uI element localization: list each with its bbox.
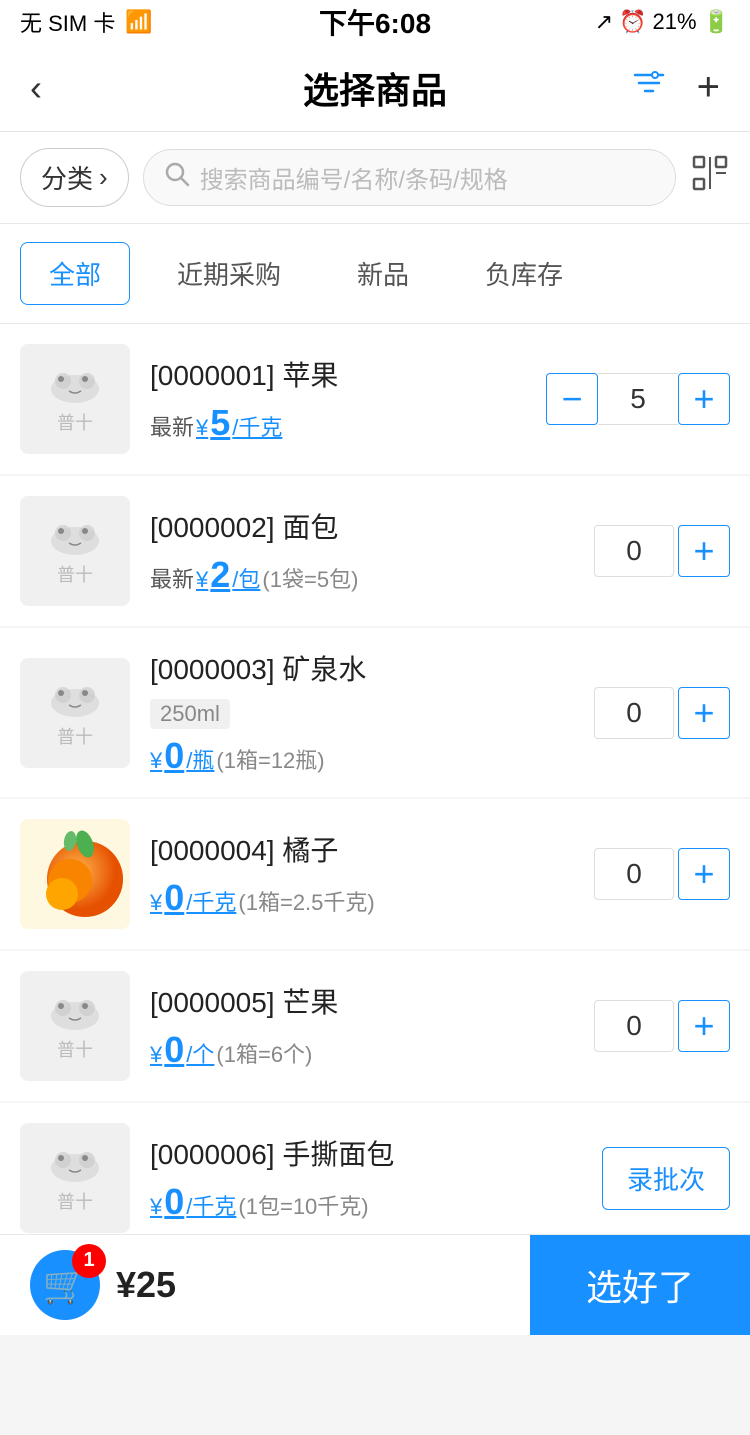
status-bar: 无 SIM 卡 📶 下午6:08 ↗ ⏰ 21% 🔋 — [0, 0, 750, 44]
quantity-control: + — [594, 525, 730, 577]
product-price: ¥ 0 /千克 (1包=10千克) — [150, 1181, 582, 1223]
product-name: [0000005] 芒果 — [150, 981, 574, 1021]
product-price: ¥ 0 /个 (1箱=6个) — [150, 1029, 574, 1071]
product-name: [0000003] 矿泉水 — [150, 648, 574, 688]
product-list: 普十 [0000001] 苹果 最新 ¥ 5 /千克 − + — [0, 324, 750, 1335]
list-item: 普十 [0000005] 芒果 ¥ 0 /个 (1箱=6个) + — [0, 951, 750, 1101]
battery-label: 21% — [653, 9, 697, 35]
quantity-input[interactable] — [594, 525, 674, 577]
confirm-button[interactable]: 选好了 — [530, 1235, 750, 1335]
quantity-control: + — [594, 687, 730, 739]
nav-bar: ‹ 选择商品 + — [0, 44, 750, 132]
bottom-bar: 🛒 1 ¥25 选好了 — [0, 1234, 750, 1334]
quantity-increase-button[interactable]: + — [678, 687, 730, 739]
tab-all[interactable]: 全部 — [20, 242, 130, 305]
product-thumbnail: 普十 — [20, 1123, 130, 1233]
category-arrow: › — [99, 162, 108, 193]
page-title: 选择商品 — [303, 62, 447, 114]
search-placeholder: 搜索商品编号/名称/条码/规格 — [200, 160, 508, 195]
list-item: 普十 [0000001] 苹果 最新 ¥ 5 /千克 − + — [0, 324, 750, 474]
alarm-icon: ⏰ — [619, 9, 646, 35]
cart-total: ¥25 — [116, 1264, 176, 1306]
batch-record-button[interactable]: 录批次 — [602, 1147, 730, 1210]
quantity-input[interactable] — [594, 1000, 674, 1052]
product-name: [0000004] 橘子 — [150, 829, 574, 869]
product-price: 最新 ¥ 5 /千克 — [150, 402, 526, 444]
battery-icon: 🔋 — [703, 9, 730, 35]
list-item: 普十 [0000006] 手撕面包 ¥ 0 /千克 (1包=10千克) 录批次 — [0, 1103, 750, 1253]
quantity-input[interactable] — [598, 373, 678, 425]
quantity-increase-button[interactable]: + — [678, 1000, 730, 1052]
tab-new[interactable]: 新品 — [328, 242, 438, 305]
status-time: 下午6:08 — [319, 2, 431, 42]
product-info: [0000005] 芒果 ¥ 0 /个 (1箱=6个) — [150, 981, 574, 1071]
product-name: [0000001] 苹果 — [150, 354, 526, 394]
quantity-decrease-button[interactable]: − — [546, 373, 598, 425]
quantity-increase-button[interactable]: + — [678, 848, 730, 900]
quantity-control: − + — [546, 373, 730, 425]
quantity-control: + — [594, 848, 730, 900]
carrier-label: 无 SIM 卡 — [20, 6, 115, 38]
list-item: 普十 [0000003] 矿泉水 250ml ¥ 0 /瓶 (1箱=12瓶) + — [0, 628, 750, 797]
product-info: [0000004] 橘子 ¥ 0 /千克 (1箱=2.5千克) — [150, 829, 574, 919]
tabs-bar: 全部 近期采购 新品 负库存 — [0, 224, 750, 324]
filter-bar: 分类 › 搜索商品编号/名称/条码/规格 — [0, 132, 750, 224]
scan-button[interactable] — [690, 153, 730, 202]
quantity-input[interactable] — [594, 848, 674, 900]
product-price: ¥ 0 /千克 (1箱=2.5千克) — [150, 877, 574, 919]
product-thumbnail: 普十 — [20, 496, 130, 606]
list-item: [0000004] 橘子 ¥ 0 /千克 (1箱=2.5千克) + — [0, 799, 750, 949]
quantity-control: + — [594, 1000, 730, 1052]
product-thumbnail: 普十 — [20, 971, 130, 1081]
search-icon — [164, 161, 190, 194]
product-spec: 250ml — [150, 699, 230, 729]
status-right: ↗ ⏰ 21% 🔋 — [595, 9, 730, 35]
product-name: [0000002] 面包 — [150, 506, 574, 546]
product-info: [0000002] 面包 最新 ¥ 2 /包 (1袋=5包) — [150, 506, 574, 596]
quantity-increase-button[interactable]: + — [678, 373, 730, 425]
cart-section: 🛒 1 ¥25 — [0, 1250, 530, 1320]
product-info: [0000003] 矿泉水 250ml ¥ 0 /瓶 (1箱=12瓶) — [150, 648, 574, 777]
product-price: ¥ 0 /瓶 (1箱=12瓶) — [150, 735, 574, 777]
cart-badge: 1 — [72, 1244, 106, 1278]
product-price: 最新 ¥ 2 /包 (1袋=5包) — [150, 554, 574, 596]
product-info: [0000001] 苹果 最新 ¥ 5 /千克 — [150, 354, 526, 444]
category-button[interactable]: 分类 › — [20, 148, 129, 207]
wifi-icon: 📶 — [125, 9, 152, 35]
product-thumbnail: 普十 — [20, 658, 130, 768]
product-name: [0000006] 手撕面包 — [150, 1133, 582, 1173]
quantity-input[interactable] — [594, 687, 674, 739]
list-item: 普十 [0000002] 面包 最新 ¥ 2 /包 (1袋=5包) + — [0, 476, 750, 626]
product-thumbnail — [20, 819, 130, 929]
status-left: 无 SIM 卡 📶 — [20, 6, 153, 38]
nav-right: + — [631, 65, 720, 110]
nav-left: ‹ — [30, 67, 42, 109]
location-icon: ↗ — [595, 9, 613, 35]
cart-button[interactable]: 🛒 1 — [30, 1250, 100, 1320]
tab-negative[interactable]: 负库存 — [456, 242, 592, 305]
product-info: [0000006] 手撕面包 ¥ 0 /千克 (1包=10千克) — [150, 1133, 582, 1223]
quantity-increase-button[interactable]: + — [678, 525, 730, 577]
filter-button[interactable] — [631, 65, 667, 110]
back-button[interactable]: ‹ — [30, 67, 42, 109]
category-label: 分类 — [41, 159, 93, 196]
product-thumbnail: 普十 — [20, 344, 130, 454]
add-button[interactable]: + — [697, 65, 720, 110]
tab-recent[interactable]: 近期采购 — [148, 242, 310, 305]
search-box[interactable]: 搜索商品编号/名称/条码/规格 — [143, 149, 676, 206]
